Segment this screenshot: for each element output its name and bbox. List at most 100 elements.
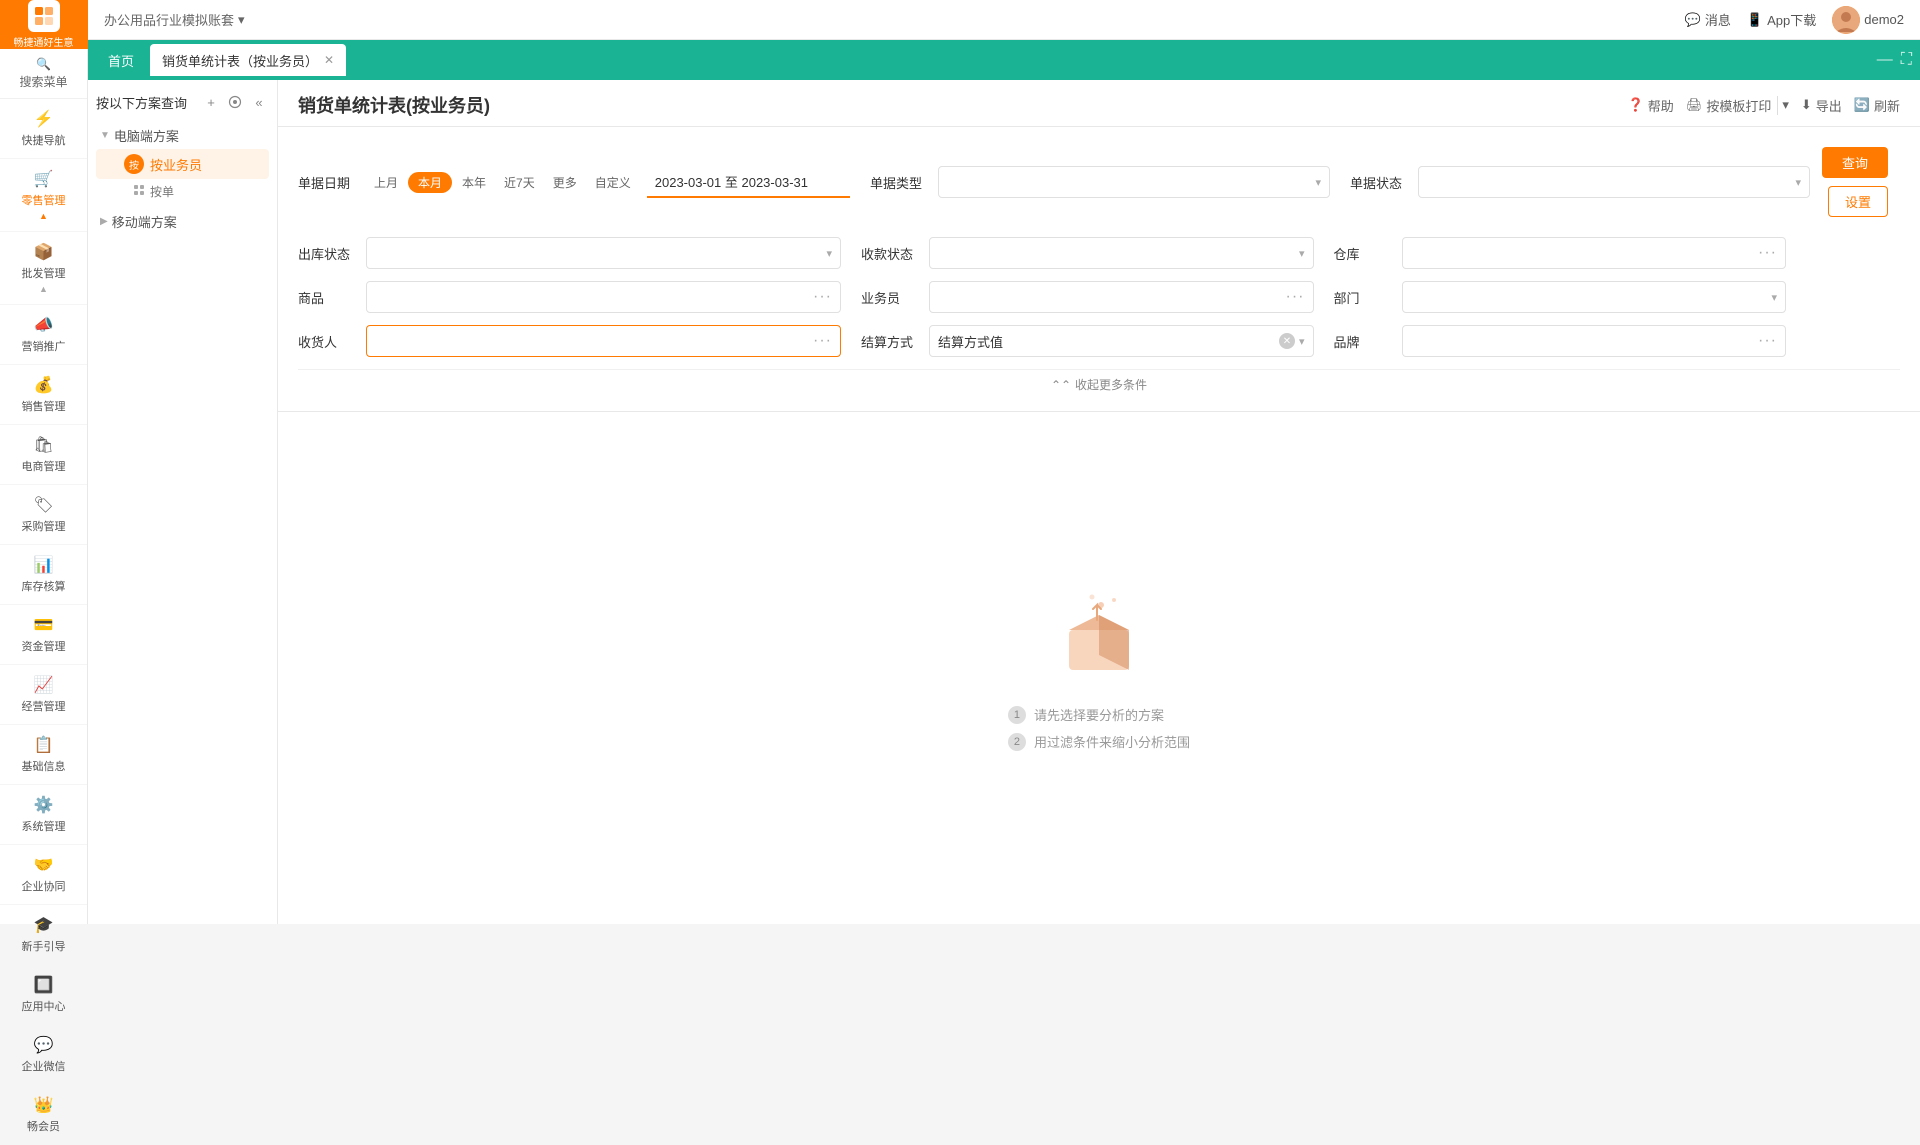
date-range-value: 2023-03-01 至 2023-03-31 — [655, 172, 808, 191]
collection-status-label: 收款状态 — [861, 244, 921, 263]
refresh-btn[interactable]: 🔄 刷新 — [1854, 96, 1900, 115]
sidebar-item-member[interactable]: 👑 畅会员 — [0, 1085, 87, 1145]
sidebar-item-basic[interactable]: 📋 基础信息 — [0, 725, 87, 785]
receiver-input[interactable]: ··· — [366, 325, 841, 357]
product-label: 商品 — [298, 288, 358, 307]
print-dropdown-btn[interactable]: ▾ — [1778, 97, 1789, 113]
receiver-label: 收货人 — [298, 332, 358, 351]
product-select[interactable]: ··· — [366, 281, 841, 313]
sidebar-item-finance[interactable]: 💳 资金管理 — [0, 605, 87, 665]
sidebar-item-wholesale[interactable]: 📦 批发管理 ▲ — [0, 232, 87, 305]
tab-home[interactable]: 首页 — [96, 44, 146, 76]
filter-product: 商品 ··· — [298, 281, 841, 313]
sidebar-item-cooperation[interactable]: 🤝 企业协同 — [0, 845, 87, 905]
sidebar: 畅捷通好生意 🔍 搜索菜单 ⚡ 快捷导航 🛒 零售管理 ▲ 📦 批发管理 ▲ 📣… — [0, 0, 88, 924]
doc-status-label: 单据状态 — [1350, 173, 1410, 192]
filter-warehouse: 仓库 ··· — [1334, 237, 1787, 269]
help-btn[interactable]: ❓ 帮助 — [1628, 96, 1674, 115]
sidebar-item-sales[interactable]: 💰 销售管理 — [0, 365, 87, 425]
dropdown-icon: ▾ — [238, 12, 245, 28]
date-tabs: 上月 本月 本年 近7天 更多 自定义 — [366, 172, 639, 193]
date-tab-custom[interactable]: 自定义 — [587, 172, 639, 193]
sidebar-search[interactable]: 🔍 搜索菜单 — [0, 49, 87, 99]
sidebar-item-retail[interactable]: 🛒 零售管理 ▲ — [0, 159, 87, 232]
filter-doc-status: 单据状态 ▾ — [1350, 166, 1810, 198]
filter-settlement: 结算方式 结算方式值 ✕ ▾ — [861, 325, 1314, 357]
topbar-right: 💬 消息 📱 App下载 demo2 — [1685, 6, 1904, 34]
sidebar-item-inventory[interactable]: 📊 库存核算 — [0, 545, 87, 605]
doc-type-select[interactable]: ▾ — [938, 166, 1330, 198]
schema-settings-btn[interactable] — [225, 92, 245, 112]
settings-btn[interactable]: 设置 — [1828, 186, 1888, 217]
out-status-select[interactable]: ▾ — [366, 237, 841, 269]
collection-status-arrow: ▾ — [1299, 247, 1305, 260]
collapse-btn[interactable]: ⌃⌃ 收起更多条件 — [1051, 376, 1147, 393]
filter-department: 部门 ▾ — [1334, 281, 1787, 313]
subitem-icon — [132, 183, 146, 200]
arrow-icon: ▼ — [100, 130, 110, 141]
sidebar-item-apps[interactable]: 🔲 应用中心 — [0, 965, 87, 1025]
warehouse-select[interactable]: ··· — [1402, 237, 1787, 269]
collection-status-select[interactable]: ▾ — [929, 237, 1314, 269]
schema-group-desktop-header[interactable]: ▼ 电脑端方案 — [96, 122, 269, 149]
department-label: 部门 — [1334, 288, 1394, 307]
sidebar-item-quick-nav[interactable]: ⚡ 快捷导航 — [0, 99, 87, 159]
query-btn-group: 查询 设置 — [1822, 139, 1888, 225]
department-select[interactable]: ▾ — [1402, 281, 1787, 313]
date-tab-7days[interactable]: 近7天 — [496, 172, 543, 193]
sidebar-item-ecommerce[interactable]: 🛍 电商管理 — [0, 425, 87, 485]
schema-subitem-order-label: 按单 — [150, 183, 174, 200]
tab-maximize-btn[interactable]: ⛶ — [1901, 51, 1912, 69]
tab-home-label: 首页 — [108, 51, 134, 70]
account-selector[interactable]: 办公用品行业模拟账套 ▾ — [104, 10, 245, 29]
page-header-actions: ❓ 帮助 🖨 按模板打印 ▾ ⬇ 导出 — [1628, 96, 1900, 115]
empty-tip-1: 1 请先选择要分析的方案 — [1008, 705, 1190, 724]
sidebar-item-newbie[interactable]: 🎓 新手引导 — [0, 905, 87, 965]
logo-text: 畅捷通好生意 — [14, 34, 74, 49]
user-menu[interactable]: demo2 — [1832, 6, 1904, 34]
sidebar-item-system[interactable]: ⚙️ 系统管理 — [0, 785, 87, 845]
salesperson-select[interactable]: ··· — [929, 281, 1314, 313]
settlement-clear-btn[interactable]: ✕ — [1279, 333, 1295, 349]
date-tab-thisyear[interactable]: 本年 — [454, 172, 494, 193]
logo-icon — [28, 0, 60, 32]
tab-close-btn[interactable]: ✕ — [324, 53, 334, 67]
print-btn[interactable]: 🖨 按模板打印 — [1686, 96, 1779, 115]
empty-state: 1 请先选择要分析的方案 2 用过滤条件来缩小分析范围 — [278, 412, 1920, 924]
schema-group-mobile: ▶ 移动端方案 — [96, 208, 269, 235]
settlement-arrow: ▾ — [1299, 335, 1305, 348]
sidebar-item-wechat[interactable]: 💬 企业微信 — [0, 1025, 87, 1085]
schema-subitem-order[interactable]: 按单 — [96, 179, 269, 204]
date-range-input[interactable]: 2023-03-01 至 2023-03-31 — [647, 166, 850, 198]
tab-sales-stat[interactable]: 销货单统计表（按业务员） ✕ — [150, 44, 346, 76]
app-download-btn[interactable]: 📱 App下载 — [1747, 10, 1816, 29]
doc-type-label: 单据类型 — [870, 173, 930, 192]
sidebar-logo[interactable]: 畅捷通好生意 — [0, 0, 88, 49]
schema-item-salesperson[interactable]: 按 按业务员 — [96, 149, 269, 179]
export-btn[interactable]: ⬇ 导出 — [1801, 96, 1842, 115]
marketing-icon: 📣 — [34, 315, 54, 335]
date-tab-more[interactable]: 更多 — [545, 172, 585, 193]
tab-minimize-btn[interactable]: — — [1877, 51, 1893, 69]
filter-brand: 品牌 ··· — [1334, 325, 1787, 357]
ecommerce-icon: 🛍 — [33, 435, 53, 455]
sidebar-item-marketing[interactable]: 📣 营销推广 — [0, 305, 87, 365]
date-tab-lastmonth[interactable]: 上月 — [366, 172, 406, 193]
add-schema-btn[interactable]: + — [201, 92, 221, 112]
schema-group-mobile-header[interactable]: ▶ 移动端方案 — [96, 208, 269, 235]
sidebar-item-purchase[interactable]: 🏷 采购管理 — [0, 485, 87, 545]
query-btn[interactable]: 查询 — [1822, 147, 1888, 178]
purchase-icon: 🏷 — [33, 495, 53, 515]
message-btn[interactable]: 💬 消息 — [1685, 10, 1731, 29]
sidebar-item-operations[interactable]: 📈 经营管理 — [0, 665, 87, 725]
doc-status-select[interactable]: ▾ — [1418, 166, 1810, 198]
collapse-panel-btn[interactable]: « — [249, 92, 269, 112]
date-tab-thismonth[interactable]: 本月 — [408, 172, 452, 193]
empty-tip-2: 2 用过滤条件来缩小分析范围 — [1008, 732, 1190, 751]
settlement-select[interactable]: 结算方式值 ✕ ▾ — [929, 325, 1314, 357]
filter-row-3: 商品 ··· 业务员 ··· — [298, 281, 1900, 313]
schema-group-desktop-label: 电脑端方案 — [114, 126, 179, 145]
warehouse-label: 仓库 — [1334, 244, 1394, 263]
brand-label: 品牌 — [1334, 332, 1394, 351]
brand-select[interactable]: ··· — [1402, 325, 1787, 357]
